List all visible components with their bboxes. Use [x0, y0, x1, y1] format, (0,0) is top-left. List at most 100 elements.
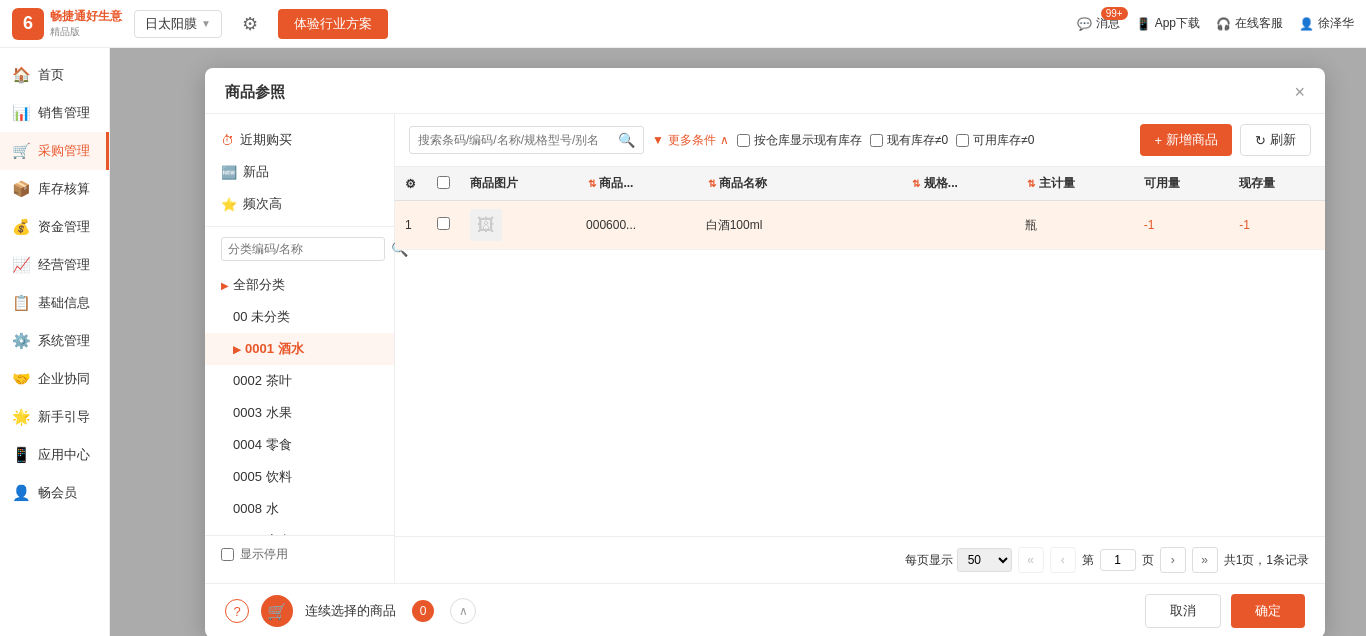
modal-footer: ? 🛒 连续选择的商品 0 ∧ 取消 确定 — [205, 583, 1325, 636]
service-nav[interactable]: 🎧 在线客服 — [1216, 15, 1283, 32]
sales-icon: 📊 — [12, 104, 30, 122]
category-search-input[interactable] — [221, 237, 385, 261]
row-unit: 瓶 — [1015, 201, 1133, 250]
th-settings: ⚙ — [395, 167, 427, 201]
check-by-warehouse[interactable] — [737, 134, 750, 147]
sidebar-item-app-center[interactable]: 📱 应用中心 — [0, 436, 109, 474]
sort-icon-unit: ⇅ — [1027, 178, 1035, 189]
sidebar-item-guide[interactable]: 🌟 新手引导 — [0, 398, 109, 436]
sidebar-item-inventory[interactable]: 📦 库存核算 — [0, 170, 109, 208]
row-select-checkbox[interactable] — [437, 217, 450, 230]
th-unit[interactable]: ⇅ 主计量 — [1015, 167, 1133, 201]
settings-icon[interactable]: ⚙ — [405, 177, 416, 191]
sidebar-item-finance[interactable]: 💰 资金管理 — [0, 208, 109, 246]
trial-btn[interactable]: 体验行业方案 — [278, 9, 388, 39]
last-page-button[interactable]: » — [1192, 547, 1218, 573]
sidebar-item-system[interactable]: ⚙️ 系统管理 — [0, 322, 109, 360]
category-tree: ▶ 全部分类 00 未分类 ▶ 0001 酒水 0002 茶叶 — [205, 269, 394, 535]
th-stock: 现存量 — [1229, 167, 1325, 201]
help-icon[interactable]: ? — [225, 599, 249, 623]
collapse-footer-button[interactable]: ∧ — [450, 598, 476, 624]
category-0001[interactable]: ▶ 0001 酒水 — [205, 333, 394, 365]
sidebar-item-home[interactable]: 🏠 首页 — [0, 56, 109, 94]
category-00[interactable]: 00 未分类 — [205, 301, 394, 333]
check-current-stock-label[interactable]: 现有库存≠0 — [870, 132, 948, 149]
recent-buy-item[interactable]: ⏱ 近期购买 — [205, 124, 394, 156]
check-available-stock[interactable] — [956, 134, 969, 147]
th-image: 商品图片 — [460, 167, 576, 201]
main-layout: 🏠 首页 📊 销售管理 🛒 采购管理 📦 库存核算 💰 资金管理 📈 经营管理 … — [0, 48, 1366, 636]
footer-right: 取消 确定 — [1145, 594, 1305, 628]
row-code: 000600... — [576, 201, 696, 250]
table-head: ⚙ 商品图片 ⇅ — [395, 167, 1325, 201]
category-0002[interactable]: 0002 茶叶 — [205, 365, 394, 397]
show-disabled-checkbox[interactable] — [221, 548, 234, 561]
plus-icon: + — [1154, 133, 1162, 148]
check-current-stock[interactable] — [870, 134, 883, 147]
message-icon: 💬 — [1077, 17, 1092, 31]
cart-button[interactable]: 🛒 — [261, 595, 293, 627]
store-selector[interactable]: 日太阳膜 ▼ — [134, 10, 222, 38]
more-filters-button[interactable]: ▼ 更多条件 ∧ — [652, 132, 729, 149]
product-search-button[interactable]: 🔍 — [610, 127, 643, 153]
category-all[interactable]: ▶ 全部分类 — [205, 269, 394, 301]
category-0010[interactable]: 0010 家电 — [205, 525, 394, 535]
filter-arrow-icon: ∧ — [720, 133, 729, 147]
logo[interactable]: 6 畅捷通好生意 精品版 — [12, 8, 122, 40]
guide-icon: 🌟 — [12, 408, 30, 426]
modal-title: 商品参照 — [225, 83, 285, 102]
modal-body: ⏱ 近期购买 🆕 新品 ⭐ 频次高 🔍 — [205, 114, 1325, 583]
th-spec[interactable]: ⇅ 规格... — [900, 167, 1015, 201]
info-icon: 📋 — [12, 294, 30, 312]
page-number-input[interactable] — [1100, 549, 1136, 571]
right-panel: 🔍 ▼ 更多条件 ∧ 按仓库显示现有库存 — [395, 114, 1325, 583]
table-row[interactable]: 1 🖼 000600... 白酒100ml — [395, 201, 1325, 250]
sidebar-item-sales[interactable]: 📊 销售管理 — [0, 94, 109, 132]
sidebar-item-collab[interactable]: 🤝 企业协同 — [0, 360, 109, 398]
confirm-button[interactable]: 确定 — [1231, 594, 1305, 628]
row-stock: -1 — [1229, 201, 1325, 250]
message-nav[interactable]: 💬 消息 99+ — [1077, 15, 1120, 32]
check-by-warehouse-label[interactable]: 按仓库显示现有库存 — [737, 132, 862, 149]
sidebar-item-member[interactable]: 👤 畅会员 — [0, 474, 109, 512]
new-product-item[interactable]: 🆕 新品 — [205, 156, 394, 188]
gear-icon[interactable]: ⚙ — [234, 8, 266, 40]
th-code[interactable]: ⇅ 商品... — [576, 167, 696, 201]
category-0003[interactable]: 0003 水果 — [205, 397, 394, 429]
sidebar-item-operations[interactable]: 📈 经营管理 — [0, 246, 109, 284]
top-nav: 6 畅捷通好生意 精品版 日太阳膜 ▼ ⚙ 体验行业方案 💬 消息 99+ 📱 … — [0, 0, 1366, 48]
app-download-nav[interactable]: 📱 App下载 — [1136, 15, 1200, 32]
category-0005[interactable]: 0005 饮料 — [205, 461, 394, 493]
select-all-checkbox[interactable] — [437, 176, 450, 189]
cart-count: 0 — [412, 600, 434, 622]
message-badge: 99+ — [1101, 7, 1128, 20]
cart-label: 连续选择的商品 — [305, 602, 396, 620]
next-page-button[interactable]: › — [1160, 547, 1186, 573]
sidebar-item-purchase[interactable]: 🛒 采购管理 — [0, 132, 109, 170]
category-0004[interactable]: 0004 零食 — [205, 429, 394, 461]
add-product-button[interactable]: + 新增商品 — [1140, 124, 1232, 156]
refresh-button[interactable]: ↻ 刷新 — [1240, 124, 1311, 156]
th-name[interactable]: ⇅ 商品名称 — [696, 167, 901, 201]
arrow-right-icon: ▶ — [221, 280, 229, 291]
row-num: 1 — [395, 201, 427, 250]
sort-icon: ⇅ — [588, 178, 596, 189]
product-search-input[interactable] — [410, 128, 610, 152]
user-nav[interactable]: 👤 徐泽华 — [1299, 15, 1354, 32]
modal-close-button[interactable]: × — [1294, 82, 1305, 103]
logo-text: 畅捷通好生意 精品版 — [50, 8, 122, 39]
freq-high-item[interactable]: ⭐ 频次高 — [205, 188, 394, 220]
cancel-button[interactable]: 取消 — [1145, 594, 1221, 628]
collab-icon: 🤝 — [12, 370, 30, 388]
product-toolbar: 🔍 ▼ 更多条件 ∧ 按仓库显示现有库存 — [395, 114, 1325, 167]
row-name: 白酒100ml — [696, 201, 901, 250]
prev-page-button[interactable]: ‹ — [1050, 547, 1076, 573]
per-page-dropdown[interactable]: 10 20 50 100 — [957, 548, 1012, 572]
toolbar-right: + 新增商品 ↻ 刷新 — [1140, 124, 1311, 156]
first-page-button[interactable]: « — [1018, 547, 1044, 573]
new-icon: 🆕 — [221, 165, 237, 180]
category-0008[interactable]: 0008 水 — [205, 493, 394, 525]
table-body: 1 🖼 000600... 白酒100ml — [395, 201, 1325, 250]
sidebar-item-basic-info[interactable]: 📋 基础信息 — [0, 284, 109, 322]
check-available-stock-label[interactable]: 可用库存≠0 — [956, 132, 1034, 149]
